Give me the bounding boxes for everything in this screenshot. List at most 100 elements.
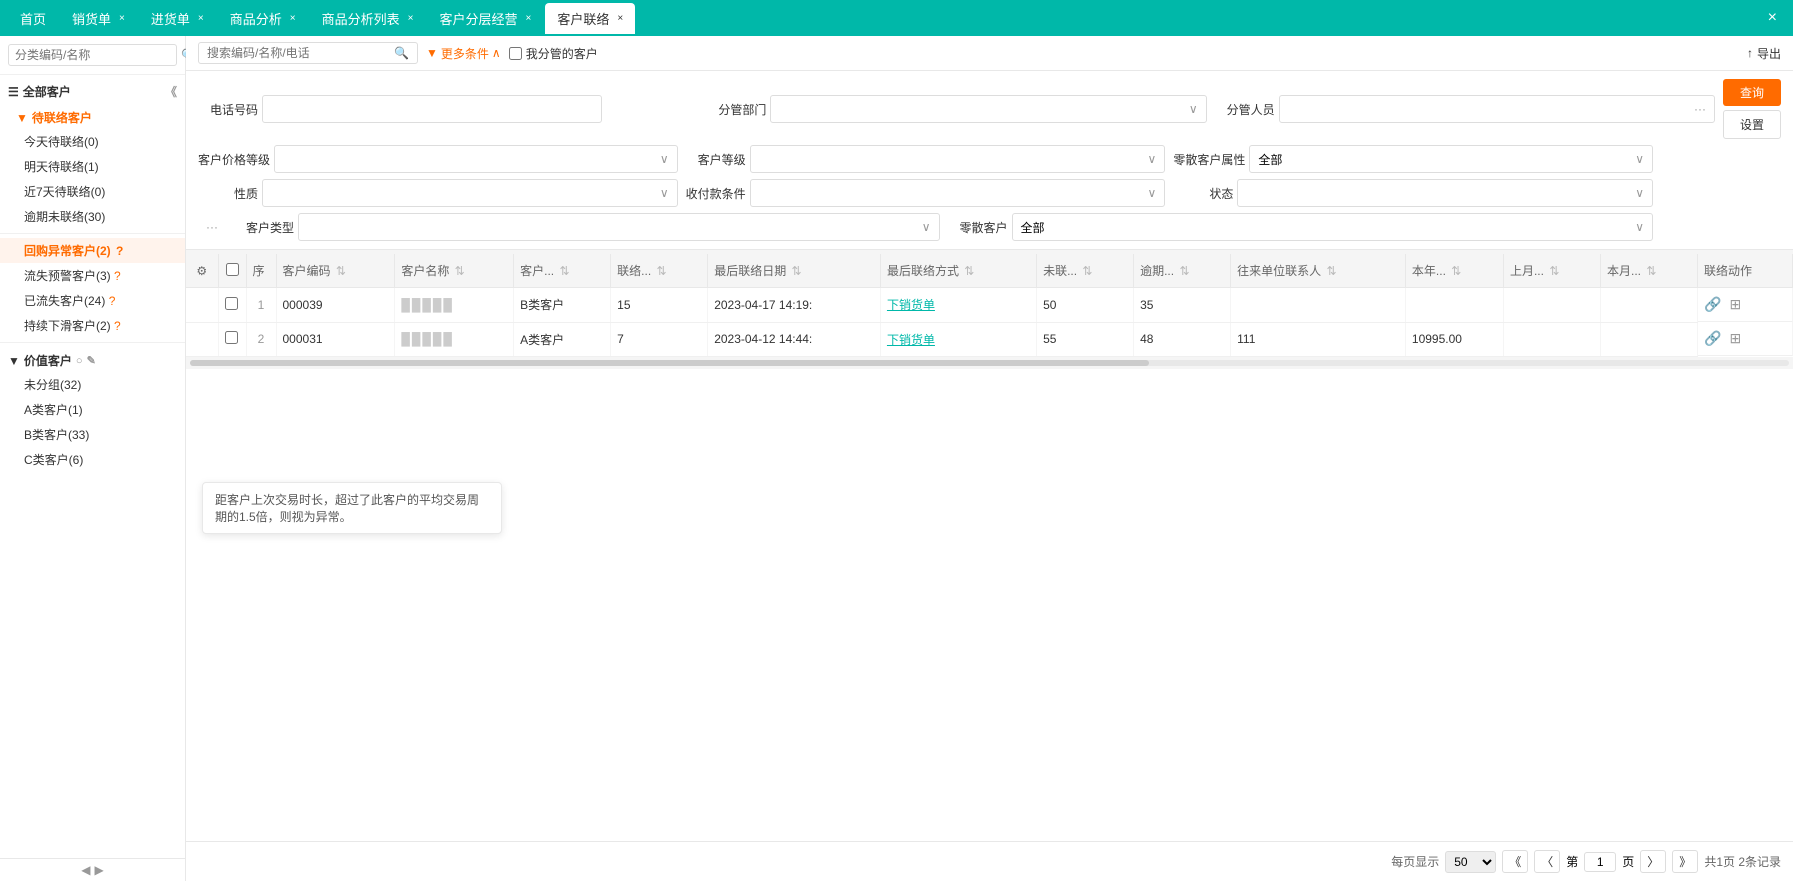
repeat-purchase-help-icon[interactable]: ?: [116, 244, 123, 258]
filter-manager-select[interactable]: ···: [1279, 95, 1715, 123]
filter-row-2: 客户价格等级 ∨ 客户等级 ∨ 零散客户属性 全部: [198, 145, 1781, 173]
nav-tab-客户联络[interactable]: 客户联络×: [545, 3, 635, 34]
first-page-btn[interactable]: 《: [1502, 850, 1528, 873]
pending-group[interactable]: ▼ 待联络客户: [0, 104, 185, 129]
filter-dept-select[interactable]: ∨: [770, 95, 1206, 123]
sidebar-item-pending[interactable]: 今天待联络(0): [0, 129, 185, 154]
export-icon: ↑: [1747, 46, 1753, 60]
top-nav: 首页销货单×进货单×商品分析×商品分析列表×客户分层经营×客户联络× ×: [0, 0, 1793, 36]
sidebar-search-area: 🔍: [0, 36, 185, 75]
filter-status: 状态 ∨: [1173, 179, 1653, 207]
table-cell: B类客户: [514, 288, 611, 323]
col-customer-code[interactable]: 客户编码 ⇅: [276, 254, 395, 288]
page-input[interactable]: [1584, 852, 1616, 872]
sidebar-item-repeat-purchase[interactable]: 回购异常客户(2) ?: [0, 238, 185, 263]
more-conditions-btn[interactable]: ▼ 更多条件 ∧: [426, 45, 501, 62]
table-cell: [1503, 288, 1600, 323]
main-search-input[interactable]: [207, 46, 390, 60]
my-customers-checkbox-wrap[interactable]: 我分管的客户: [509, 45, 598, 62]
table-cell[interactable]: 下销货单: [880, 322, 1036, 356]
col-this-year[interactable]: 本年... ⇅: [1405, 254, 1503, 288]
action-grid-icon[interactable]: ⊞: [1729, 296, 1741, 313]
nav-tab-销货单[interactable]: 销货单×: [60, 3, 137, 34]
action-grid-icon[interactable]: ⊞: [1729, 330, 1741, 347]
table-cell[interactable]: 下销货单: [880, 288, 1036, 323]
sidebar-scroll-left[interactable]: ◀: [81, 863, 90, 877]
filter-price-level-select[interactable]: ∨: [274, 145, 678, 173]
sidebar-item-pending[interactable]: 逾期未联络(30): [0, 204, 185, 229]
window-close-button[interactable]: ×: [1760, 5, 1785, 31]
nav-tab-close-客户分层经营[interactable]: ×: [525, 13, 531, 24]
action-link-icon[interactable]: 🔗: [1704, 296, 1721, 313]
col-last-month[interactable]: 上月... ⇅: [1503, 254, 1600, 288]
my-customers-checkbox[interactable]: [509, 47, 522, 60]
filter-retail-attr-select[interactable]: 全部 ∨: [1249, 145, 1653, 173]
action-link-icon[interactable]: 🔗: [1704, 330, 1721, 347]
col-this-month[interactable]: 本月... ⇅: [1601, 254, 1698, 288]
value-group-settings-icon[interactable]: ✎: [87, 354, 96, 367]
next-page-btn[interactable]: 〉: [1640, 850, 1666, 873]
filter-status-select[interactable]: ∨: [1237, 179, 1653, 207]
scroll-thumb[interactable]: [190, 360, 1149, 366]
sidebar-item-other[interactable]: 已流失客户(24) ?: [0, 288, 185, 313]
col-last-contact-method[interactable]: 最后联络方式 ⇅: [880, 254, 1036, 288]
all-customers-title[interactable]: ☰ 全部客户 《: [0, 75, 185, 104]
nav-tab-close-客户联络[interactable]: ×: [617, 13, 623, 24]
filter-phone-input[interactable]: [262, 95, 602, 123]
col-unit-contact[interactable]: 往来单位联系人 ⇅: [1231, 254, 1406, 288]
sidebar-item-pending[interactable]: 近7天待联络(0): [0, 179, 185, 204]
col-last-contact-date[interactable]: 最后联络日期 ⇅: [708, 254, 881, 288]
sidebar-item-pending[interactable]: 明天待联络(1): [0, 154, 185, 179]
value-group-edit-icon[interactable]: ○: [76, 355, 83, 367]
value-group[interactable]: ▼ 价值客户 ○ ✎: [0, 347, 185, 372]
select-all-checkbox[interactable]: [226, 263, 239, 276]
filter-retail-customer-select[interactable]: 全部 ∨: [1012, 213, 1654, 241]
table-cell: [1405, 288, 1503, 323]
filter-customer-level-select[interactable]: ∨: [750, 145, 1166, 173]
main-search-icon[interactable]: 🔍: [394, 46, 409, 60]
horizontal-scrollbar[interactable]: [186, 357, 1793, 369]
sidebar-search-input[interactable]: [8, 44, 177, 66]
collapse-icon[interactable]: 《: [165, 83, 177, 100]
col-customer-name[interactable]: 客户名称 ⇅: [395, 254, 514, 288]
nav-tab-close-销货单[interactable]: ×: [119, 13, 125, 24]
nav-tab-close-商品分析列表[interactable]: ×: [408, 13, 414, 24]
col-overdue[interactable]: 逾期... ⇅: [1134, 254, 1231, 288]
nav-tab-close-进货单[interactable]: ×: [198, 13, 204, 24]
export-button[interactable]: ↑ 导出: [1747, 45, 1781, 62]
row-checkbox[interactable]: [225, 331, 238, 344]
filter-phone: 电话号码: [198, 95, 698, 123]
sidebar-item-value[interactable]: B类客户(33): [0, 422, 185, 447]
col-customer-type[interactable]: 客户... ⇅: [514, 254, 611, 288]
prev-page-btn[interactable]: 〈: [1534, 850, 1560, 873]
nav-tab-进货单[interactable]: 进货单×: [139, 3, 216, 34]
nav-tab-首页[interactable]: 首页: [8, 3, 58, 34]
col-check[interactable]: [218, 254, 246, 288]
table-cell: 000039: [276, 288, 395, 323]
col-settings[interactable]: ⚙: [186, 254, 218, 288]
nav-tab-客户分层经营[interactable]: 客户分层经营×: [427, 3, 543, 34]
main-search-wrap: 🔍: [198, 42, 418, 64]
col-contact-count[interactable]: 联络... ⇅: [611, 254, 708, 288]
query-button[interactable]: 查询: [1723, 79, 1781, 106]
last-page-btn[interactable]: 》: [1672, 850, 1698, 873]
filter-gender-select[interactable]: ∨: [262, 179, 678, 207]
sidebar-scroll-right[interactable]: ▶: [95, 863, 104, 877]
filter-customer-type-select[interactable]: ∨: [298, 213, 940, 241]
sidebar-item-other[interactable]: 持续下滑客户(2) ?: [0, 313, 185, 338]
col-un-contact[interactable]: 未联... ⇅: [1037, 254, 1134, 288]
sidebar-item-value[interactable]: C类客户(6): [0, 447, 185, 472]
gender-arrow-icon: ∨: [660, 186, 669, 200]
sidebar-item-value[interactable]: A类客户(1): [0, 397, 185, 422]
nav-tab-商品分析[interactable]: 商品分析×: [218, 3, 308, 34]
settings-button[interactable]: 设置: [1723, 110, 1781, 139]
filter-payment-select[interactable]: ∨: [750, 179, 1166, 207]
filter-more-dots[interactable]: ···: [206, 220, 218, 234]
nav-tab-close-商品分析[interactable]: ×: [290, 13, 296, 24]
nav-tab-商品分析列表[interactable]: 商品分析列表×: [310, 3, 426, 34]
row-checkbox[interactable]: [225, 297, 238, 310]
sidebar-item-other[interactable]: 流失预警客户(3) ?: [0, 263, 185, 288]
sidebar-item-value[interactable]: 未分组(32): [0, 372, 185, 397]
table-cell: 35: [1134, 288, 1231, 323]
page-size-select[interactable]: 50 100: [1445, 851, 1496, 873]
